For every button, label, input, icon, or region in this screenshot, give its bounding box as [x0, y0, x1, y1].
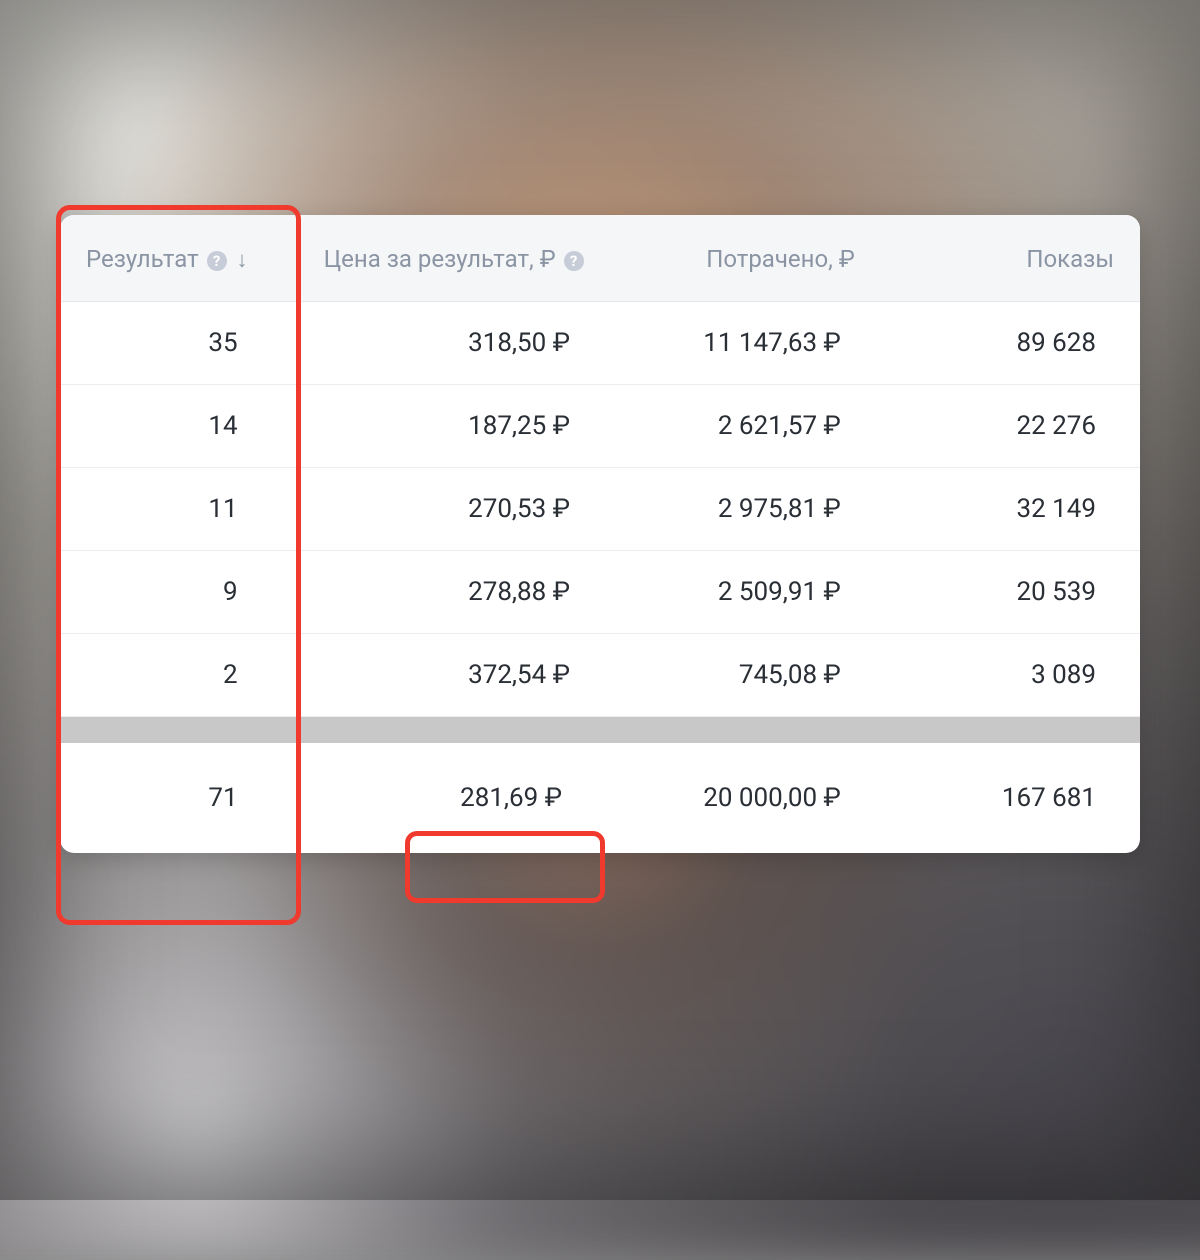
column-header-spent[interactable]: Потрачено, ₽ — [600, 215, 881, 302]
column-header-spent-label: Потрачено, ₽ — [706, 245, 855, 273]
column-header-result-label: Результат — [86, 245, 199, 273]
column-header-cost[interactable]: Цена за результат, ₽ ? — [298, 215, 600, 302]
sort-descending-icon[interactable]: ↓ — [237, 248, 248, 273]
total-impressions: 167 681 — [881, 743, 1140, 853]
cell-result: 9 — [60, 551, 298, 634]
cell-spent: 745,08 ₽ — [600, 634, 881, 717]
cell-impressions: 3 089 — [881, 634, 1140, 717]
cell-impressions: 22 276 — [881, 385, 1140, 468]
cell-spent: 2 975,81 ₽ — [600, 468, 881, 551]
total-result: 71 — [60, 743, 298, 853]
cell-result: 11 — [60, 468, 298, 551]
table-row[interactable]: 2 372,54 ₽ 745,08 ₽ 3 089 — [60, 634, 1140, 717]
table-total-row: 71 281,69 ₽ 20 000,00 ₽ 167 681 — [60, 743, 1140, 853]
analytics-table-card: Результат ? ↓ Цена за результат, ₽ ? Пот… — [60, 215, 1140, 853]
analytics-table: Результат ? ↓ Цена за результат, ₽ ? Пот… — [60, 215, 1140, 853]
table-row[interactable]: 35 318,50 ₽ 11 147,63 ₽ 89 628 — [60, 302, 1140, 385]
cell-cost: 187,25 ₽ — [298, 385, 600, 468]
total-cost-value: 281,69 ₽ — [452, 777, 570, 819]
column-header-impressions-label: Показы — [1026, 245, 1114, 273]
cell-result: 14 — [60, 385, 298, 468]
cell-cost: 318,50 ₽ — [298, 302, 600, 385]
table-row[interactable]: 11 270,53 ₽ 2 975,81 ₽ 32 149 — [60, 468, 1140, 551]
table-body: 35 318,50 ₽ 11 147,63 ₽ 89 628 14 187,25… — [60, 302, 1140, 854]
table-row[interactable]: 14 187,25 ₽ 2 621,57 ₽ 22 276 — [60, 385, 1140, 468]
help-icon[interactable]: ? — [207, 251, 227, 271]
cell-impressions: 89 628 — [881, 302, 1140, 385]
cell-result: 35 — [60, 302, 298, 385]
column-header-impressions[interactable]: Показы — [881, 215, 1140, 302]
cell-cost: 372,54 ₽ — [298, 634, 600, 717]
cell-spent: 2 621,57 ₽ — [600, 385, 881, 468]
total-spent: 20 000,00 ₽ — [600, 743, 881, 853]
cell-spent: 11 147,63 ₽ — [600, 302, 881, 385]
total-cost: 281,69 ₽ — [298, 743, 600, 853]
column-header-result[interactable]: Результат ? ↓ — [60, 215, 298, 302]
cell-cost: 278,88 ₽ — [298, 551, 600, 634]
cell-spent: 2 509,91 ₽ — [600, 551, 881, 634]
table-header-row: Результат ? ↓ Цена за результат, ₽ ? Пот… — [60, 215, 1140, 302]
cell-impressions: 32 149 — [881, 468, 1140, 551]
cell-cost: 270,53 ₽ — [298, 468, 600, 551]
column-header-cost-label: Цена за результат, ₽ — [324, 245, 556, 273]
table-row[interactable]: 9 278,88 ₽ 2 509,91 ₽ 20 539 — [60, 551, 1140, 634]
cell-result: 2 — [60, 634, 298, 717]
table-separator-row — [60, 717, 1140, 744]
cell-impressions: 20 539 — [881, 551, 1140, 634]
help-icon[interactable]: ? — [564, 251, 584, 271]
